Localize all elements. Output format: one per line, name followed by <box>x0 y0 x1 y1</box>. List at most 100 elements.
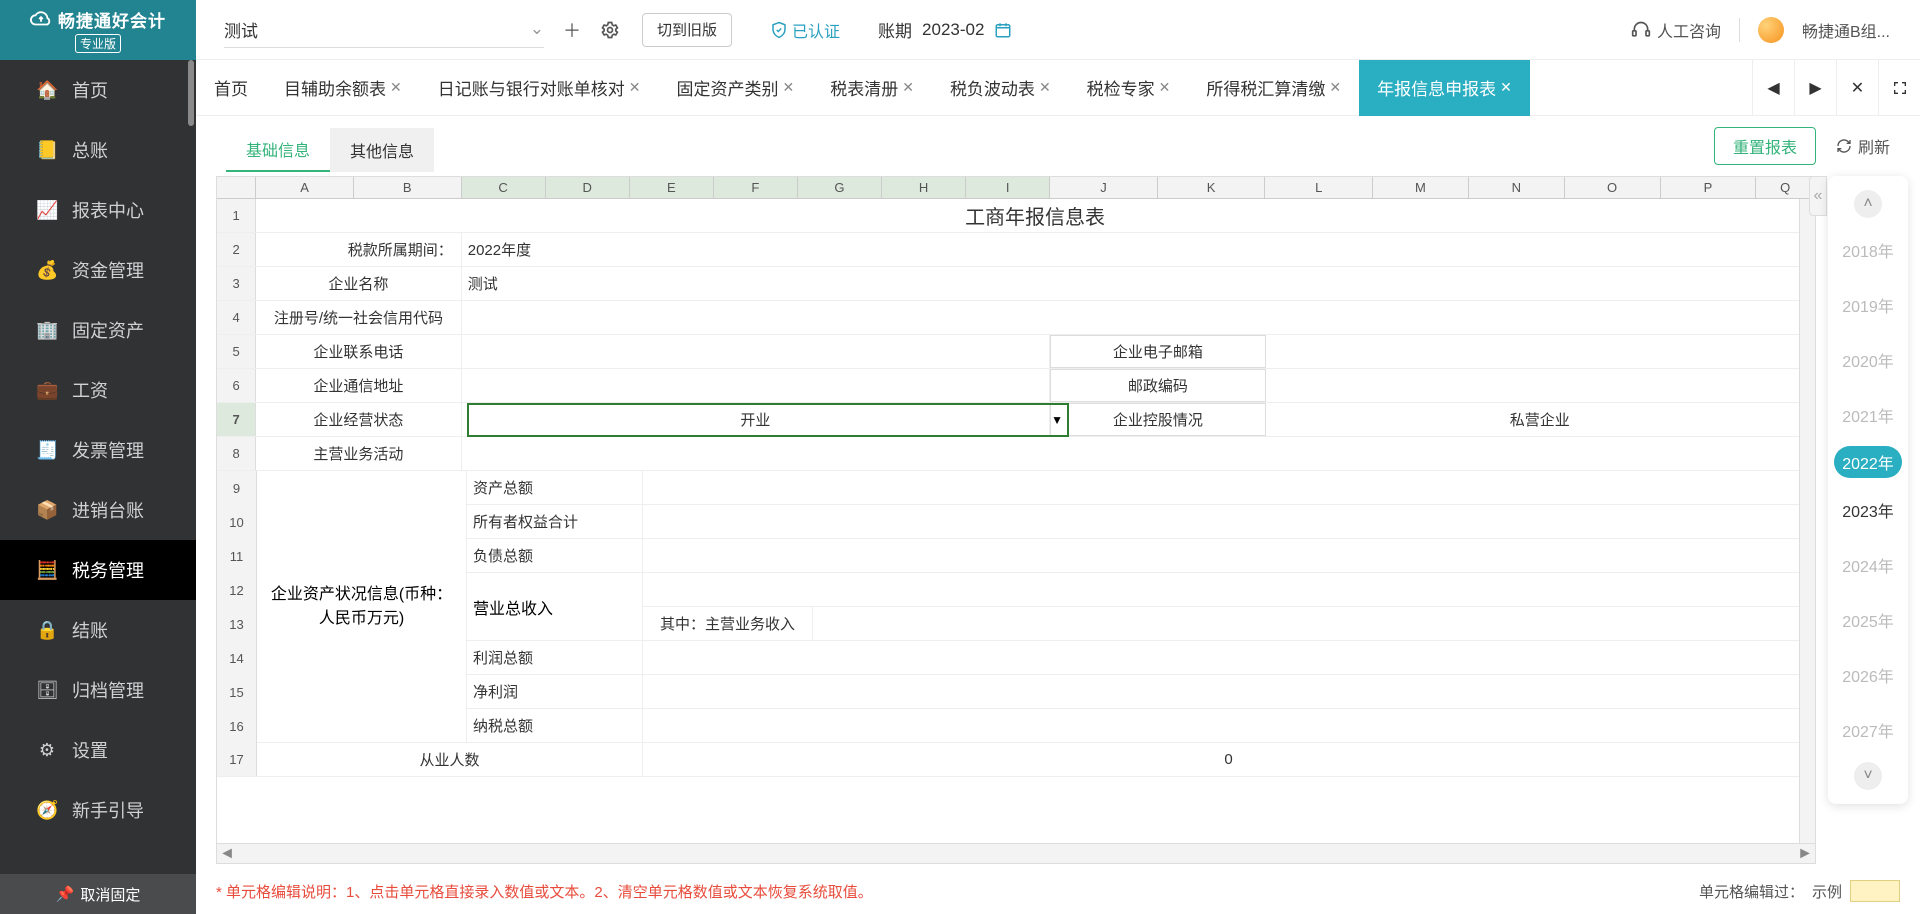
collapse-year-panel[interactable]: « <box>1809 176 1827 216</box>
period-value[interactable]: 2023-02 <box>922 20 984 40</box>
sheet-horizontal-scrollbar[interactable]: ◄ ► <box>217 843 1815 863</box>
col-header[interactable]: A <box>256 177 354 198</box>
year-option[interactable]: 2024年 <box>1842 541 1894 589</box>
cell-label[interactable]: 企业通信地址 <box>256 369 462 402</box>
tab-7[interactable]: 所得税汇算清缴✕ <box>1188 60 1359 116</box>
col-header[interactable]: D <box>546 177 630 198</box>
company-select[interactable]: 测试 ⌄ <box>224 12 544 48</box>
cell-label[interactable]: 企业控股情况 <box>1050 403 1265 436</box>
col-header[interactable]: F <box>714 177 798 198</box>
cell-label[interactable]: 从业人数 <box>257 743 643 776</box>
sidebar-item-6[interactable]: 🧾发票管理 <box>0 420 196 480</box>
switch-old-button[interactable]: 切到旧版 <box>642 13 732 47</box>
year-option[interactable]: 2020年 <box>1842 336 1894 384</box>
sidebar-item-7[interactable]: 📦进销台账 <box>0 480 196 540</box>
sidebar-item-4[interactable]: 🏢固定资产 <box>0 300 196 360</box>
tab-1[interactable]: 目辅助余额表✕ <box>266 60 420 116</box>
cell-value[interactable]: 2022年度 <box>462 233 1815 266</box>
sidebar-item-11[interactable]: ⚙设置 <box>0 720 196 780</box>
subtab-other[interactable]: 其他信息 <box>330 128 434 172</box>
close-icon[interactable]: ✕ <box>1329 79 1341 96</box>
close-icon[interactable]: ✕ <box>1159 79 1171 96</box>
close-icon[interactable]: ✕ <box>390 79 402 96</box>
close-icon[interactable]: ✕ <box>902 79 914 96</box>
cell-label[interactable]: 企业经营状态 <box>256 403 462 436</box>
calendar-icon[interactable] <box>994 21 1012 39</box>
cell-label[interactable]: 企业联系电话 <box>256 335 462 368</box>
scroll-right-icon[interactable]: ► <box>1795 845 1815 863</box>
refresh-button[interactable]: 刷新 <box>1836 134 1890 158</box>
tab-8[interactable]: 年报信息申报表✕ <box>1359 60 1530 116</box>
year-option[interactable]: 2026年 <box>1842 651 1894 699</box>
col-header[interactable]: Q <box>1756 177 1815 198</box>
tab-5[interactable]: 税负波动表✕ <box>932 60 1069 116</box>
close-icon[interactable]: ✕ <box>1039 79 1051 96</box>
cell-label[interactable]: 企业电子邮箱 <box>1050 335 1265 368</box>
year-option[interactable]: 2027年 <box>1842 706 1894 754</box>
username[interactable]: 畅捷通B组... <box>1802 18 1890 42</box>
scroll-left-icon[interactable]: ◄ <box>217 845 237 863</box>
sidebar-item-10[interactable]: 🗄归档管理 <box>0 660 196 720</box>
year-option[interactable]: 2019年 <box>1842 281 1894 329</box>
avatar[interactable] <box>1758 17 1784 43</box>
tab-fullscreen[interactable] <box>1878 60 1920 116</box>
tab-4[interactable]: 税表清册✕ <box>812 60 932 116</box>
col-header[interactable]: E <box>630 177 714 198</box>
cell-label[interactable]: 注册号/统一社会信用代码 <box>256 301 462 334</box>
cell-value[interactable]: 0 <box>643 743 1815 776</box>
sidebar-item-3[interactable]: 💰资金管理 <box>0 240 196 300</box>
add-button[interactable]: ＋ <box>558 17 586 43</box>
col-header[interactable]: I <box>966 177 1050 198</box>
tab-2[interactable]: 日记账与银行对账单核对✕ <box>420 60 659 116</box>
sheet-title[interactable]: 工商年报信息表 <box>256 199 1815 232</box>
sidebar-item-9[interactable]: 🔒结账 <box>0 600 196 660</box>
close-icon[interactable]: ✕ <box>782 79 794 96</box>
col-header[interactable]: H <box>882 177 966 198</box>
section-label[interactable]: 企业资产状况信息(币种：人民币万元) <box>257 471 467 743</box>
sidebar-scrollbar[interactable] <box>186 60 196 914</box>
year-option[interactable]: 2018年 <box>1842 226 1894 274</box>
cell-label[interactable]: 企业名称 <box>256 267 462 300</box>
tab-3[interactable]: 固定资产类别✕ <box>658 60 812 116</box>
col-header[interactable]: C <box>462 177 546 198</box>
col-header[interactable]: J <box>1050 177 1158 198</box>
subtab-basic[interactable]: 基础信息 <box>226 128 330 172</box>
business-status-cell[interactable]: 开业 <box>462 403 1051 436</box>
cell-value[interactable]: 测试 <box>462 267 1815 300</box>
year-up-button[interactable]: ˄ <box>1854 190 1882 218</box>
tab-scroll-left[interactable]: ◀ <box>1752 60 1794 116</box>
year-down-button[interactable]: ˅ <box>1854 762 1882 790</box>
settings-icon[interactable] <box>600 20 628 40</box>
year-option[interactable]: 2023年 <box>1842 486 1894 534</box>
col-header[interactable]: P <box>1661 177 1757 198</box>
year-option[interactable]: 2021年 <box>1842 391 1894 439</box>
unpin-button[interactable]: 📌 取消固定 <box>0 874 196 914</box>
year-option[interactable]: 2025年 <box>1842 596 1894 644</box>
col-header[interactable]: N <box>1469 177 1565 198</box>
tab-scroll-right[interactable]: ▶ <box>1794 60 1836 116</box>
sidebar-item-2[interactable]: 📈报表中心 <box>0 180 196 240</box>
consult-button[interactable]: 人工咨询 <box>1631 18 1721 42</box>
close-icon[interactable]: ✕ <box>629 79 641 96</box>
sidebar-item-5[interactable]: 💼工资 <box>0 360 196 420</box>
cell-value[interactable]: 私营企业 <box>1266 403 1815 436</box>
cell-label[interactable]: 主营业务活动 <box>256 437 462 470</box>
col-header[interactable]: L <box>1265 177 1373 198</box>
col-header[interactable]: B <box>354 177 462 198</box>
sidebar-item-0[interactable]: 🏠首页 <box>0 60 196 120</box>
sidebar-item-8[interactable]: 🧮税务管理 <box>0 540 196 600</box>
sheet-vertical-scrollbar[interactable] <box>1799 199 1815 843</box>
cell-label[interactable]: 税款所属期间： <box>256 233 462 266</box>
reset-button[interactable]: 重置报表 <box>1714 127 1816 165</box>
cell-label[interactable]: 邮政编码 <box>1050 369 1265 402</box>
sidebar-item-1[interactable]: 📒总账 <box>0 120 196 180</box>
col-header[interactable]: M <box>1373 177 1469 198</box>
spreadsheet[interactable]: A B C D E F G H I J K L M N O P Q 1 工商年报… <box>216 176 1816 864</box>
tab-close-all[interactable]: ✕ <box>1836 60 1878 116</box>
tab-6[interactable]: 税检专家✕ <box>1069 60 1189 116</box>
sidebar-item-12[interactable]: 🧭新手引导 <box>0 780 196 840</box>
year-option[interactable]: 2022年 <box>1834 446 1902 478</box>
row-header[interactable]: 1 <box>217 199 256 232</box>
select-all-corner[interactable] <box>217 177 256 198</box>
col-header[interactable]: K <box>1158 177 1266 198</box>
